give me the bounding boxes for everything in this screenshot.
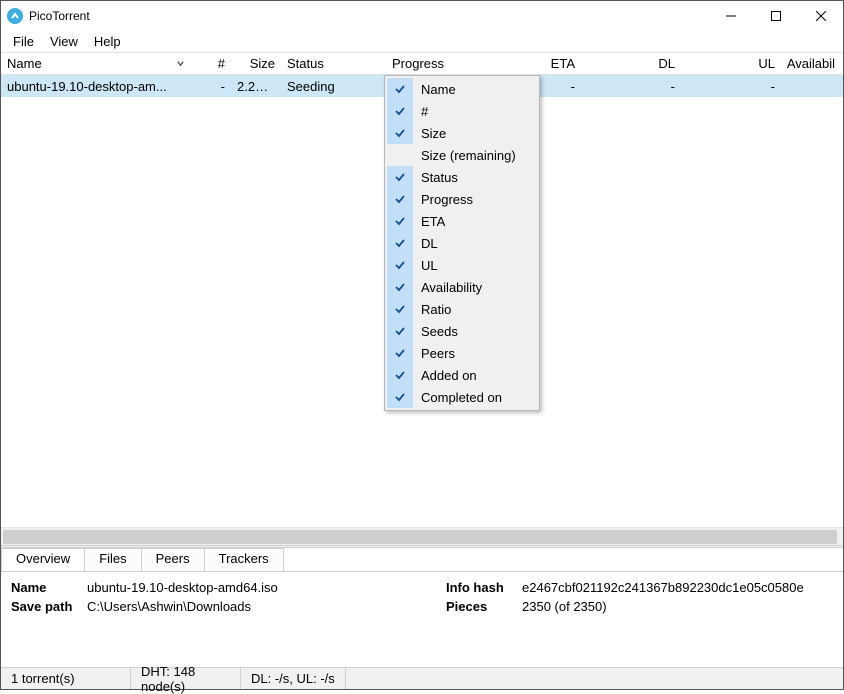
- context-menu-item[interactable]: Seeds: [387, 320, 537, 342]
- tab-trackers[interactable]: Trackers: [204, 548, 284, 571]
- context-menu-label: Added on: [413, 368, 477, 383]
- context-menu-item[interactable]: Size (remaining): [387, 144, 537, 166]
- cell-name: ubuntu-19.10-desktop-am...: [1, 79, 191, 94]
- context-menu-label: Peers: [413, 346, 455, 361]
- maximize-button[interactable]: [753, 1, 798, 31]
- tab-overview[interactable]: Overview: [1, 548, 85, 571]
- cell-status: Seeding: [281, 79, 386, 94]
- detail-name-value: ubuntu-19.10-desktop-amd64.iso: [87, 580, 446, 595]
- check-icon: [387, 122, 413, 144]
- context-menu-item[interactable]: Ratio: [387, 298, 537, 320]
- scrollbar-thumb[interactable]: [3, 530, 837, 544]
- context-menu-item[interactable]: UL: [387, 254, 537, 276]
- menu-view[interactable]: View: [42, 32, 86, 51]
- check-icon: [387, 188, 413, 210]
- detail-pieces-label: Pieces: [446, 599, 516, 614]
- check-icon: [387, 254, 413, 276]
- status-speed: DL: -/s, UL: -/s: [241, 668, 346, 689]
- context-menu-item[interactable]: Status: [387, 166, 537, 188]
- context-menu-label: Size (remaining): [413, 148, 516, 163]
- context-menu-label: Ratio: [413, 302, 451, 317]
- context-menu-label: #: [413, 104, 428, 119]
- tab-files[interactable]: Files: [84, 548, 141, 571]
- col-eta[interactable]: ETA: [461, 53, 581, 74]
- check-icon: [387, 232, 413, 254]
- status-dht: DHT: 148 node(s): [131, 668, 241, 689]
- tab-peers[interactable]: Peers: [141, 548, 205, 571]
- check-icon: [387, 210, 413, 232]
- col-name-label: Name: [7, 56, 42, 71]
- context-menu-label: UL: [413, 258, 438, 273]
- check-icon: [387, 100, 413, 122]
- cell-hash: -: [191, 79, 231, 94]
- col-status[interactable]: Status: [281, 53, 386, 74]
- context-menu-item[interactable]: Completed on: [387, 386, 537, 408]
- context-menu-label: DL: [413, 236, 438, 251]
- context-menu-item[interactable]: #: [387, 100, 537, 122]
- context-menu-item[interactable]: Size: [387, 122, 537, 144]
- check-icon: [387, 78, 413, 100]
- check-icon: [387, 320, 413, 342]
- cell-dl: -: [581, 79, 681, 94]
- context-menu-item[interactable]: Availability: [387, 276, 537, 298]
- context-menu-item[interactable]: Added on: [387, 364, 537, 386]
- col-ul[interactable]: UL: [681, 53, 781, 74]
- close-button[interactable]: [798, 1, 843, 31]
- horizontal-scrollbar[interactable]: [1, 527, 843, 545]
- context-menu-item[interactable]: DL: [387, 232, 537, 254]
- col-progress[interactable]: Progress: [386, 53, 461, 74]
- details-panel: Name ubuntu-19.10-desktop-amd64.iso Save…: [1, 571, 843, 667]
- window-title: PicoTorrent: [29, 9, 708, 23]
- detail-infohash-value: e2467cbf021192c241367b892230dc1e05c0580e: [522, 580, 804, 595]
- cell-ul: -: [681, 79, 781, 94]
- context-menu-item[interactable]: ETA: [387, 210, 537, 232]
- context-menu-item[interactable]: Name: [387, 78, 537, 100]
- context-menu-label: Status: [413, 170, 458, 185]
- context-menu-item[interactable]: Peers: [387, 342, 537, 364]
- detail-infohash-label: Info hash: [446, 580, 516, 595]
- detail-pieces-value: 2350 (of 2350): [522, 599, 804, 614]
- col-availability[interactable]: Availabil: [781, 53, 841, 74]
- context-menu-label: Progress: [413, 192, 473, 207]
- details-tabs: OverviewFilesPeersTrackers: [1, 548, 843, 571]
- column-headers: Name # Size Status Progress ETA DL UL Av…: [1, 53, 843, 75]
- app-logo: [7, 8, 23, 24]
- context-menu-item[interactable]: Progress: [387, 188, 537, 210]
- col-dl[interactable]: DL: [581, 53, 681, 74]
- check-icon: [387, 342, 413, 364]
- context-menu-label: Seeds: [413, 324, 458, 339]
- check-icon: [387, 298, 413, 320]
- menu-help[interactable]: Help: [86, 32, 129, 51]
- detail-savepath-label: Save path: [11, 599, 81, 614]
- check-icon: [387, 364, 413, 386]
- check-icon: [387, 386, 413, 408]
- check-icon: [387, 276, 413, 298]
- chevron-down-icon: [176, 56, 185, 71]
- status-torrents: 1 torrent(s): [1, 668, 131, 689]
- cell-size: 2.29 GB: [231, 79, 281, 94]
- torrent-list: ubuntu-19.10-desktop-am... - 2.29 GB See…: [1, 75, 843, 527]
- context-menu-label: Completed on: [413, 390, 502, 405]
- detail-name-label: Name: [11, 580, 81, 595]
- context-menu-label: ETA: [413, 214, 445, 229]
- menu-file[interactable]: File: [5, 32, 42, 51]
- title-bar: PicoTorrent: [1, 1, 843, 31]
- col-name[interactable]: Name: [1, 53, 191, 74]
- col-hash[interactable]: #: [191, 53, 231, 74]
- check-icon: [387, 166, 413, 188]
- status-bar: 1 torrent(s) DHT: 148 node(s) DL: -/s, U…: [1, 667, 843, 689]
- context-menu-label: Name: [413, 82, 456, 97]
- context-menu-label: Availability: [413, 280, 482, 295]
- menu-bar: File View Help: [1, 31, 843, 53]
- minimize-button[interactable]: [708, 1, 753, 31]
- col-size[interactable]: Size: [231, 53, 281, 74]
- context-menu-label: Size: [413, 126, 446, 141]
- detail-savepath-value: C:\Users\Ashwin\Downloads: [87, 599, 446, 614]
- check-icon: [387, 144, 413, 166]
- column-context-menu[interactable]: Name # Size Size (remaining) Status Progress E…: [384, 75, 540, 411]
